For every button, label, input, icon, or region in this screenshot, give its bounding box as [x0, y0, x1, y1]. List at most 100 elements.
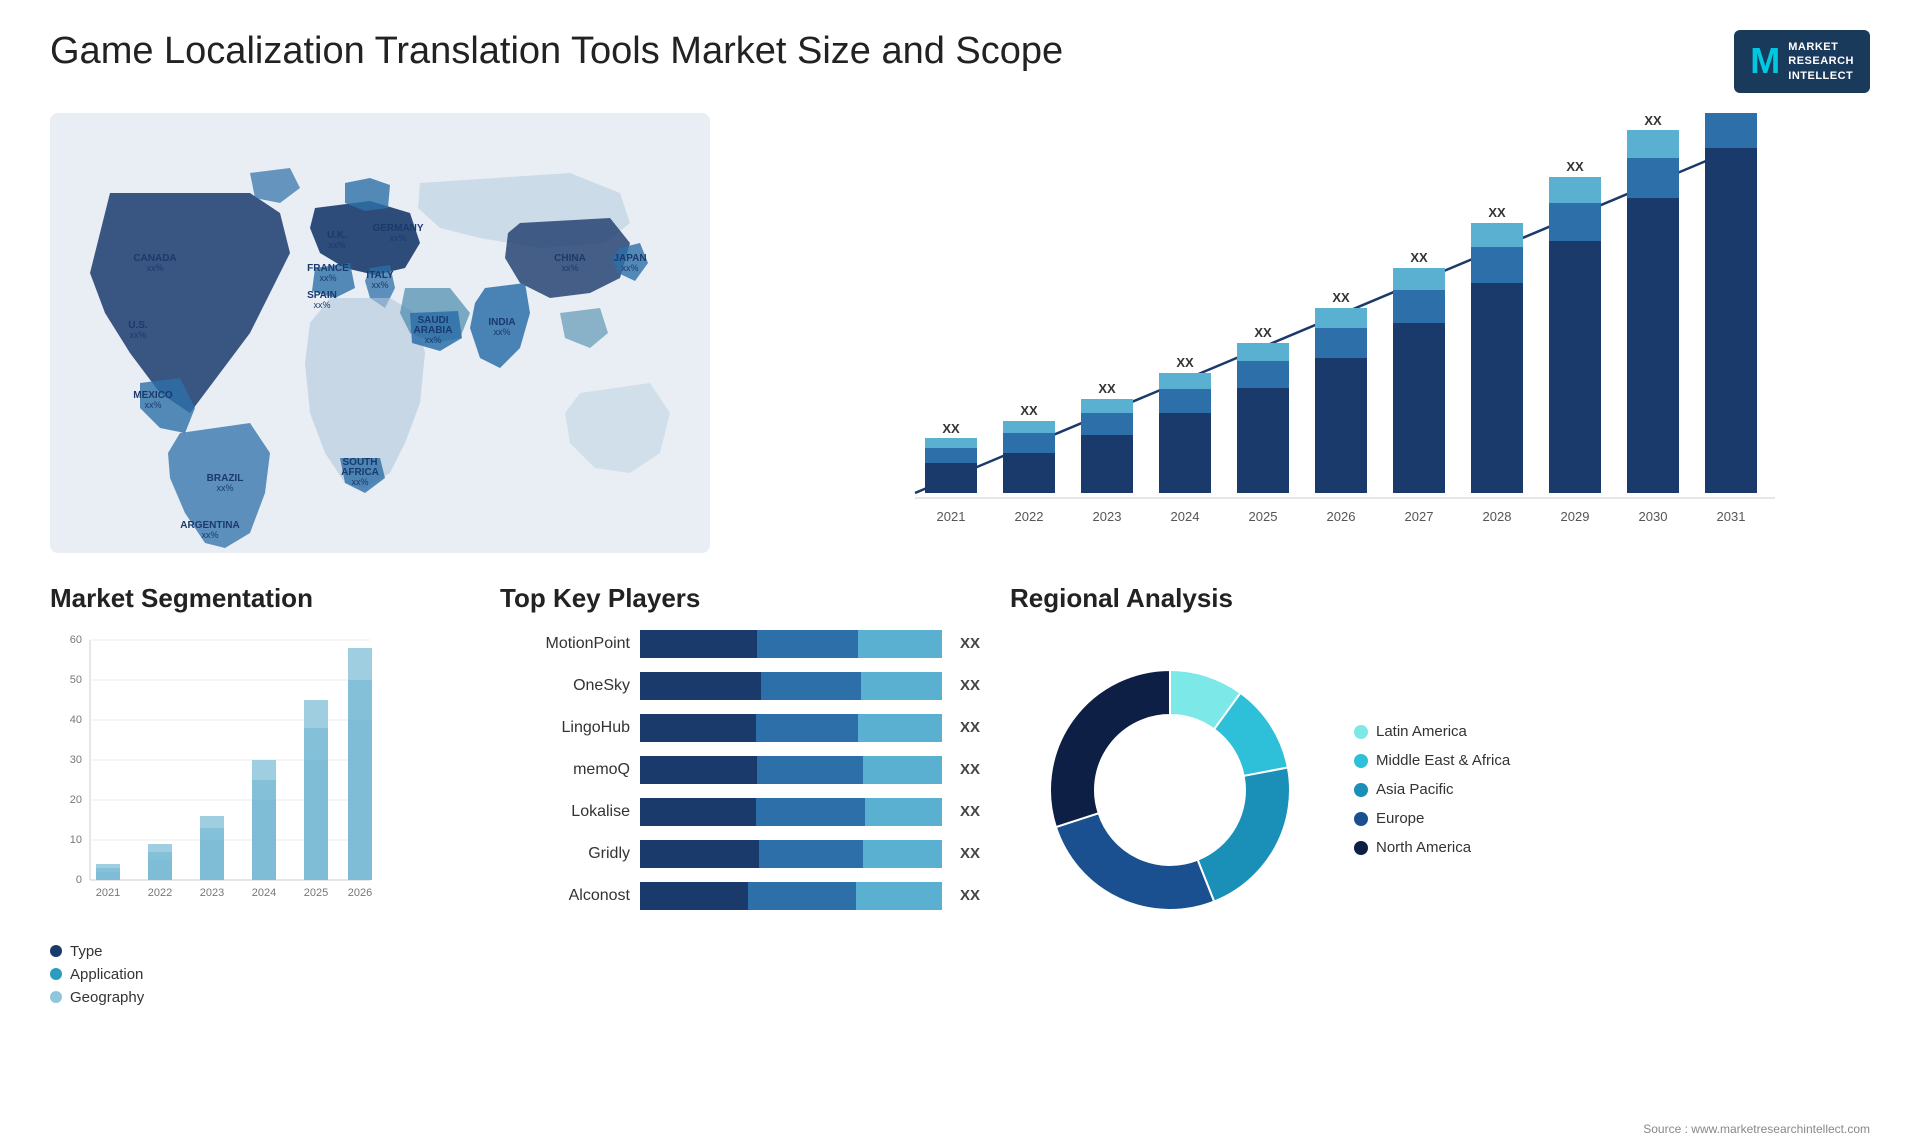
player-bar — [640, 714, 942, 742]
svg-text:2021: 2021 — [937, 509, 966, 524]
bar-segment — [861, 672, 942, 700]
legend-color-dot — [1354, 783, 1368, 797]
regional-title: Regional Analysis — [1010, 583, 1870, 614]
legend-item: Latin America — [1354, 723, 1510, 740]
svg-text:xx%: xx% — [561, 263, 578, 273]
bar-segment — [761, 672, 862, 700]
map-panel: CANADA xx% U.S. xx% MEXICO xx% BRAZIL xx… — [50, 113, 710, 553]
player-value: XX — [960, 803, 980, 820]
bar-segment — [865, 798, 942, 826]
source-text: Source : www.marketresearchintellect.com — [1643, 1122, 1870, 1136]
bar-segment — [757, 630, 858, 658]
player-row: Gridly XX — [500, 840, 980, 868]
svg-text:2028: 2028 — [1483, 509, 1512, 524]
player-bar-wrap — [640, 630, 942, 658]
svg-text:2025: 2025 — [1249, 509, 1278, 524]
svg-text:2024: 2024 — [252, 887, 276, 899]
svg-text:XX: XX — [1020, 403, 1038, 418]
svg-text:XX: XX — [1488, 205, 1506, 220]
legend-label: Asia Pacific — [1376, 781, 1454, 798]
svg-text:30: 30 — [70, 754, 82, 766]
player-bar — [640, 798, 942, 826]
svg-text:xx%: xx% — [144, 400, 161, 410]
bar-segment — [858, 630, 942, 658]
player-name: Gridly — [500, 845, 630, 863]
legend-color-dot — [1354, 725, 1368, 739]
svg-text:50: 50 — [70, 674, 82, 686]
donut-slice — [1050, 670, 1170, 827]
segmentation-chart: 0 10 20 30 40 50 60 2021 2022 2023 2024 — [50, 630, 390, 930]
player-value: XX — [960, 719, 980, 736]
player-value: XX — [960, 887, 980, 904]
player-value: XX — [960, 635, 980, 652]
svg-text:xx%: xx% — [313, 300, 330, 310]
bar-segment — [640, 672, 761, 700]
svg-text:XX: XX — [1644, 113, 1662, 128]
legend-application: Application — [50, 966, 470, 983]
player-bar — [640, 630, 942, 658]
legend-label: Europe — [1376, 810, 1424, 827]
svg-text:xx%: xx% — [389, 233, 406, 243]
donut-slice — [1198, 767, 1290, 901]
segmentation-legend: Type Application Geography — [50, 943, 470, 1006]
bar-segment — [640, 798, 756, 826]
player-bar-wrap — [640, 882, 942, 910]
svg-text:2029: 2029 — [1561, 509, 1590, 524]
svg-text:XX: XX — [1098, 381, 1116, 396]
bar-segment — [640, 630, 757, 658]
segmentation-title: Market Segmentation — [50, 583, 470, 614]
svg-text:2022: 2022 — [1015, 509, 1044, 524]
svg-text:20: 20 — [70, 794, 82, 806]
players-title: Top Key Players — [500, 583, 980, 614]
player-name: MotionPoint — [500, 635, 630, 653]
player-bar — [640, 672, 942, 700]
bottom-section: Market Segmentation 0 10 20 30 40 50 60 — [50, 583, 1870, 1063]
svg-text:xx%: xx% — [146, 263, 163, 273]
svg-text:60: 60 — [70, 634, 82, 646]
svg-text:2023: 2023 — [1093, 509, 1122, 524]
bar-chart-panel: XX 2021 XX 2022 XX 2023 XX 2024 — [740, 113, 1870, 553]
player-bar-wrap — [640, 756, 942, 784]
svg-text:xx%: xx% — [201, 530, 218, 540]
header: Game Localization Translation Tools Mark… — [50, 30, 1870, 93]
legend-color-dot — [1354, 812, 1368, 826]
logo-letter: M — [1750, 40, 1780, 82]
svg-text:XX: XX — [1410, 250, 1428, 265]
svg-text:xx%: xx% — [216, 483, 233, 493]
player-value: XX — [960, 845, 980, 862]
svg-text:2026: 2026 — [348, 887, 372, 899]
player-value: XX — [960, 677, 980, 694]
bar-segment — [863, 840, 942, 868]
svg-text:XX: XX — [1566, 159, 1584, 174]
svg-text:2025: 2025 — [304, 887, 328, 899]
bar-segment — [640, 714, 756, 742]
legend-color-dot — [1354, 841, 1368, 855]
bar-segment — [756, 714, 858, 742]
player-row: memoQ XX — [500, 756, 980, 784]
player-bar-wrap — [640, 672, 942, 700]
player-name: Lokalise — [500, 803, 630, 821]
legend-item: Europe — [1354, 810, 1510, 827]
regional-panel: Regional Analysis Latin AmericaMiddle Ea… — [1010, 583, 1870, 1063]
svg-text:xx%: xx% — [424, 335, 441, 345]
svg-text:2022: 2022 — [148, 887, 172, 899]
bar-segment — [748, 882, 856, 910]
player-value: XX — [960, 761, 980, 778]
player-row: MotionPoint XX — [500, 630, 980, 658]
bar-segment — [863, 756, 942, 784]
player-name: OneSky — [500, 677, 630, 695]
donut-chart — [1010, 630, 1330, 950]
logo-text: MARKET RESEARCH INTELLECT — [1788, 40, 1854, 83]
svg-text:XX: XX — [1176, 355, 1194, 370]
bar-chart-svg: XX 2021 XX 2022 XX 2023 XX 2024 — [740, 113, 1870, 553]
legend-geography-dot — [50, 991, 62, 1003]
legend-type: Type — [50, 943, 470, 960]
players-panel: Top Key Players MotionPointXXOneSkyXXLin… — [500, 583, 980, 1063]
segmentation-panel: Market Segmentation 0 10 20 30 40 50 60 — [50, 583, 470, 1063]
player-bar — [640, 882, 942, 910]
player-bar — [640, 756, 942, 784]
svg-text:xx%: xx% — [493, 327, 510, 337]
svg-text:10: 10 — [70, 834, 82, 846]
player-name: memoQ — [500, 761, 630, 779]
donut-slice — [1056, 813, 1214, 910]
